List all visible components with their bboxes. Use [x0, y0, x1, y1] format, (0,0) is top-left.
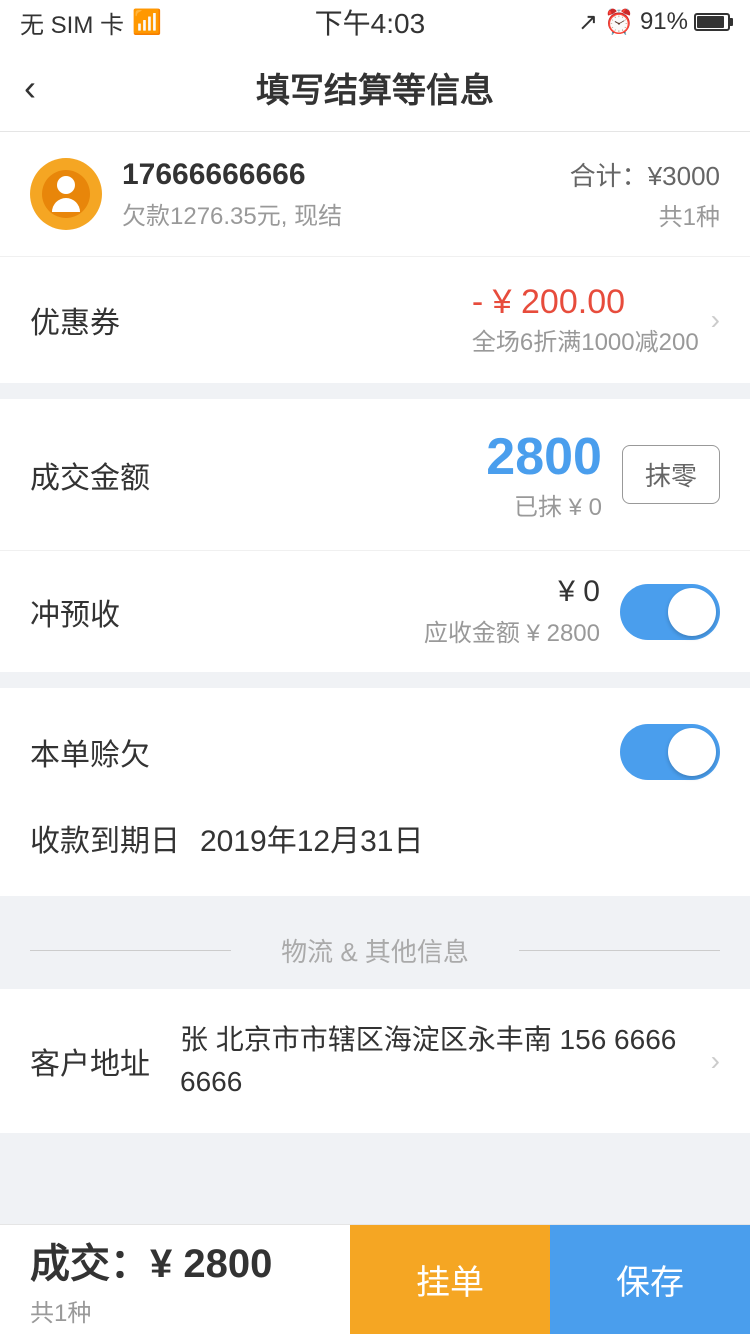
back-button[interactable]: ‹: [24, 67, 36, 109]
coupon-discount: - ¥ 200.00: [472, 283, 699, 322]
amount-right: 2800 已抹 ¥ 0 抹零: [486, 427, 720, 522]
main-content: 17666666666 欠款1276.35元, 现结 合计：¥3000 共1种 …: [0, 132, 750, 1269]
address-chevron-icon: ›: [711, 1045, 720, 1077]
location-icon: ↗: [578, 8, 598, 37]
address-value: 张 北京市市辖区海淀区永丰南 156 6666 6666: [180, 1019, 711, 1103]
status-right: ↗ ⏰ 91%: [578, 8, 730, 37]
due-date-row: 收款到期日 2019年12月31日: [0, 816, 750, 896]
amount-value: 2800: [486, 427, 602, 487]
page-title: 填写结算等信息: [256, 63, 494, 112]
items-count: 共1种: [570, 197, 720, 232]
due-date-value: 2019年12月31日: [200, 816, 423, 860]
amount-sub: 已抹 ¥ 0: [486, 487, 602, 522]
amount-label: 成交金额: [30, 453, 150, 497]
alarm-icon: ⏰: [604, 8, 634, 37]
toggle-knob: [668, 588, 716, 636]
bottom-deal-text: 成交：¥ 2800: [30, 1231, 320, 1289]
status-time: 下午4:03: [315, 2, 426, 42]
carrier-text: 无 SIM 卡: [20, 5, 124, 40]
coupon-row[interactable]: 优惠券 - ¥ 200.00 全场6折满1000减200 ›: [0, 256, 750, 383]
customer-row: 17666666666 欠款1276.35元, 现结 合计：¥3000 共1种: [0, 132, 750, 256]
due-date-label: 收款到期日: [30, 816, 180, 860]
pre-collection-right: ¥ 0 应收金额 ¥ 2800: [424, 575, 720, 648]
bottom-count: 共1种: [30, 1293, 320, 1328]
customer-left: 17666666666 欠款1276.35元, 现结: [30, 158, 342, 231]
coupon-label: 优惠券: [30, 298, 120, 342]
address-row[interactable]: 客户地址 张 北京市市辖区海淀区永丰南 156 6666 6666 ›: [0, 989, 750, 1133]
deferred-toggle-knob: [668, 728, 716, 776]
divider-text: 物流 & 其他信息: [281, 932, 469, 969]
status-bar: 无 SIM 卡 📶 下午4:03 ↗ ⏰ 91%: [0, 0, 750, 44]
avatar: [30, 158, 102, 230]
customer-total: 合计：¥3000 共1种: [570, 156, 720, 232]
wifi-icon: 📶: [132, 8, 162, 37]
total-label: 合计：¥3000: [570, 156, 720, 193]
deferred-label: 本单赊欠: [30, 730, 150, 774]
amount-row: 成交金额 2800 已抹 ¥ 0 抹零: [0, 399, 750, 550]
coupon-desc: 全场6折满1000减200: [472, 322, 699, 357]
pre-amount-main: ¥ 0: [424, 575, 600, 609]
customer-phone: 17666666666: [122, 158, 342, 192]
avatar-icon: [42, 170, 90, 218]
deferred-section: 本单赊欠 收款到期日 2019年12月31日: [0, 688, 750, 896]
divider-line-left: [30, 950, 231, 951]
customer-card: 17666666666 欠款1276.35元, 现结 合计：¥3000 共1种 …: [0, 132, 750, 383]
bottom-summary: 成交：¥ 2800 共1种: [0, 1231, 350, 1328]
pre-amount-sub: 应收金额 ¥ 2800: [424, 613, 600, 648]
pre-collection-row: 冲预收 ¥ 0 应收金额 ¥ 2800: [0, 550, 750, 672]
amount-section: 成交金额 2800 已抹 ¥ 0 抹零 冲预收 ¥ 0 应收金额 ¥ 2800: [0, 399, 750, 672]
round-down-button[interactable]: 抹零: [622, 445, 720, 504]
pre-collection-amount: ¥ 0 应收金额 ¥ 2800: [424, 575, 600, 648]
deferred-toggle[interactable]: [620, 724, 720, 780]
customer-sub: 欠款1276.35元, 现结: [122, 196, 342, 231]
pre-collection-label: 冲预收: [30, 590, 120, 634]
pre-collection-toggle[interactable]: [620, 584, 720, 640]
logistics-divider: 物流 & 其他信息: [0, 912, 750, 989]
coupon-right: - ¥ 200.00 全场6折满1000减200 ›: [472, 283, 720, 357]
address-label: 客户地址: [30, 1039, 150, 1083]
customer-info: 17666666666 欠款1276.35元, 现结: [122, 158, 342, 231]
deferred-row: 本单赊欠: [0, 688, 750, 816]
chevron-right-icon: ›: [711, 304, 720, 336]
address-section: 客户地址 张 北京市市辖区海淀区永丰南 156 6666 6666 ›: [0, 989, 750, 1133]
save-button[interactable]: 保存: [550, 1225, 750, 1334]
status-left: 无 SIM 卡 📶: [20, 5, 162, 40]
bottom-bar: 成交：¥ 2800 共1种 挂单 保存: [0, 1224, 750, 1334]
hold-button[interactable]: 挂单: [350, 1225, 550, 1334]
nav-bar: ‹ 填写结算等信息: [0, 44, 750, 132]
divider-line-right: [519, 950, 720, 951]
battery-percent: 91%: [640, 8, 688, 36]
battery-icon: [694, 13, 730, 31]
